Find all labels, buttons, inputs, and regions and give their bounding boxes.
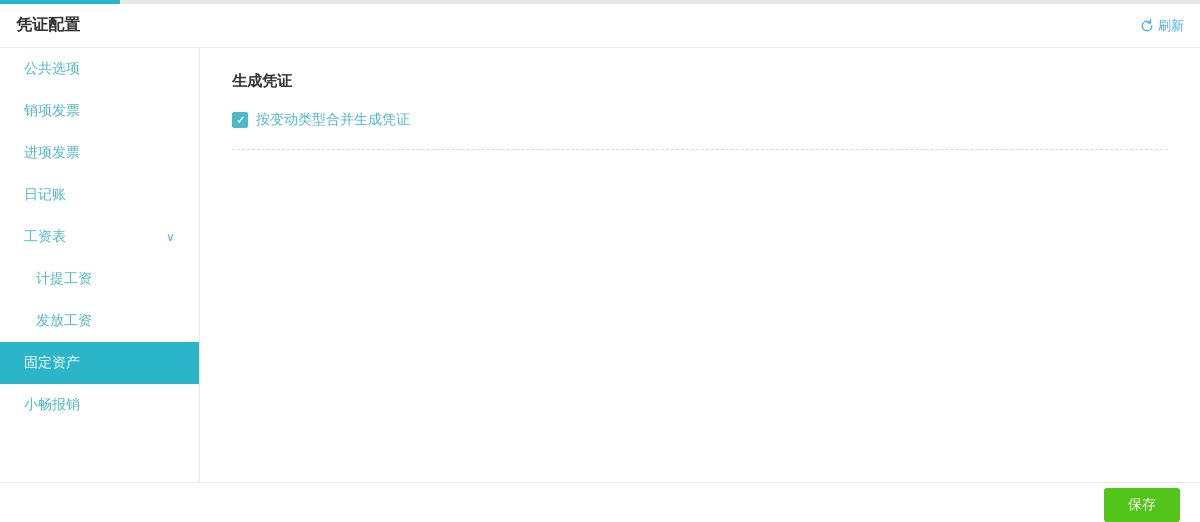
main-layout: 公共选项销项发票进项发票日记账工资表 ∨ 计提工资发放工资固定资产小畅报销 生成凭证… (0, 48, 1200, 482)
sidebar-item-fixed-assets[interactable]: 固定资产 (0, 342, 199, 384)
checkbox-row: 按变动类型合并生成凭证 (232, 111, 1168, 129)
sidebar-item-payroll-table[interactable]: 工资表 ∨ (0, 216, 199, 258)
sidebar-item-label-calc-salary: 计提工资 (36, 270, 92, 288)
sidebar-item-sales-invoice[interactable]: 销项发票 (0, 90, 199, 132)
sidebar-item-label-journal: 日记账 (24, 186, 66, 204)
merge-by-type-checkbox[interactable] (232, 112, 248, 128)
sidebar-item-calc-salary[interactable]: 计提工资 (0, 258, 199, 300)
sidebar-item-label-public-options: 公共选项 (24, 60, 80, 78)
chevron-down-icon: ∨ (166, 230, 175, 244)
page-title: 凭证配置 (16, 15, 80, 36)
sidebar-item-purchase-invoice[interactable]: 进项发票 (0, 132, 199, 174)
page-header: 凭证配置 刷新 (0, 4, 1200, 48)
sidebar-item-expense-report[interactable]: 小畅报销 (0, 384, 199, 426)
sidebar-item-label-fixed-assets: 固定资产 (24, 354, 80, 372)
sidebar-item-label-payroll-table: 工资表 (24, 228, 66, 246)
sidebar-item-public-options[interactable]: 公共选项 (0, 48, 199, 90)
refresh-icon (1140, 19, 1154, 33)
merge-by-type-label: 按变动类型合并生成凭证 (256, 111, 410, 129)
content-area: 生成凭证 按变动类型合并生成凭证 (200, 48, 1200, 482)
save-button[interactable]: 保存 (1104, 488, 1180, 522)
refresh-label: 刷新 (1158, 17, 1184, 35)
sidebar-item-pay-salary[interactable]: 发放工资 (0, 300, 199, 342)
refresh-button[interactable]: 刷新 (1140, 17, 1184, 35)
section-divider (232, 149, 1168, 150)
sidebar-item-label-sales-invoice: 销项发票 (24, 102, 80, 120)
sidebar-item-label-purchase-invoice: 进项发票 (24, 144, 80, 162)
sidebar: 公共选项销项发票进项发票日记账工资表 ∨ 计提工资发放工资固定资产小畅报销 (0, 48, 200, 482)
page-footer: 保存 (0, 482, 1200, 522)
sidebar-item-label-expense-report: 小畅报销 (24, 396, 80, 414)
sidebar-item-journal[interactable]: 日记账 (0, 174, 199, 216)
section-title: 生成凭证 (232, 72, 1168, 91)
sidebar-item-label-pay-salary: 发放工资 (36, 312, 92, 330)
